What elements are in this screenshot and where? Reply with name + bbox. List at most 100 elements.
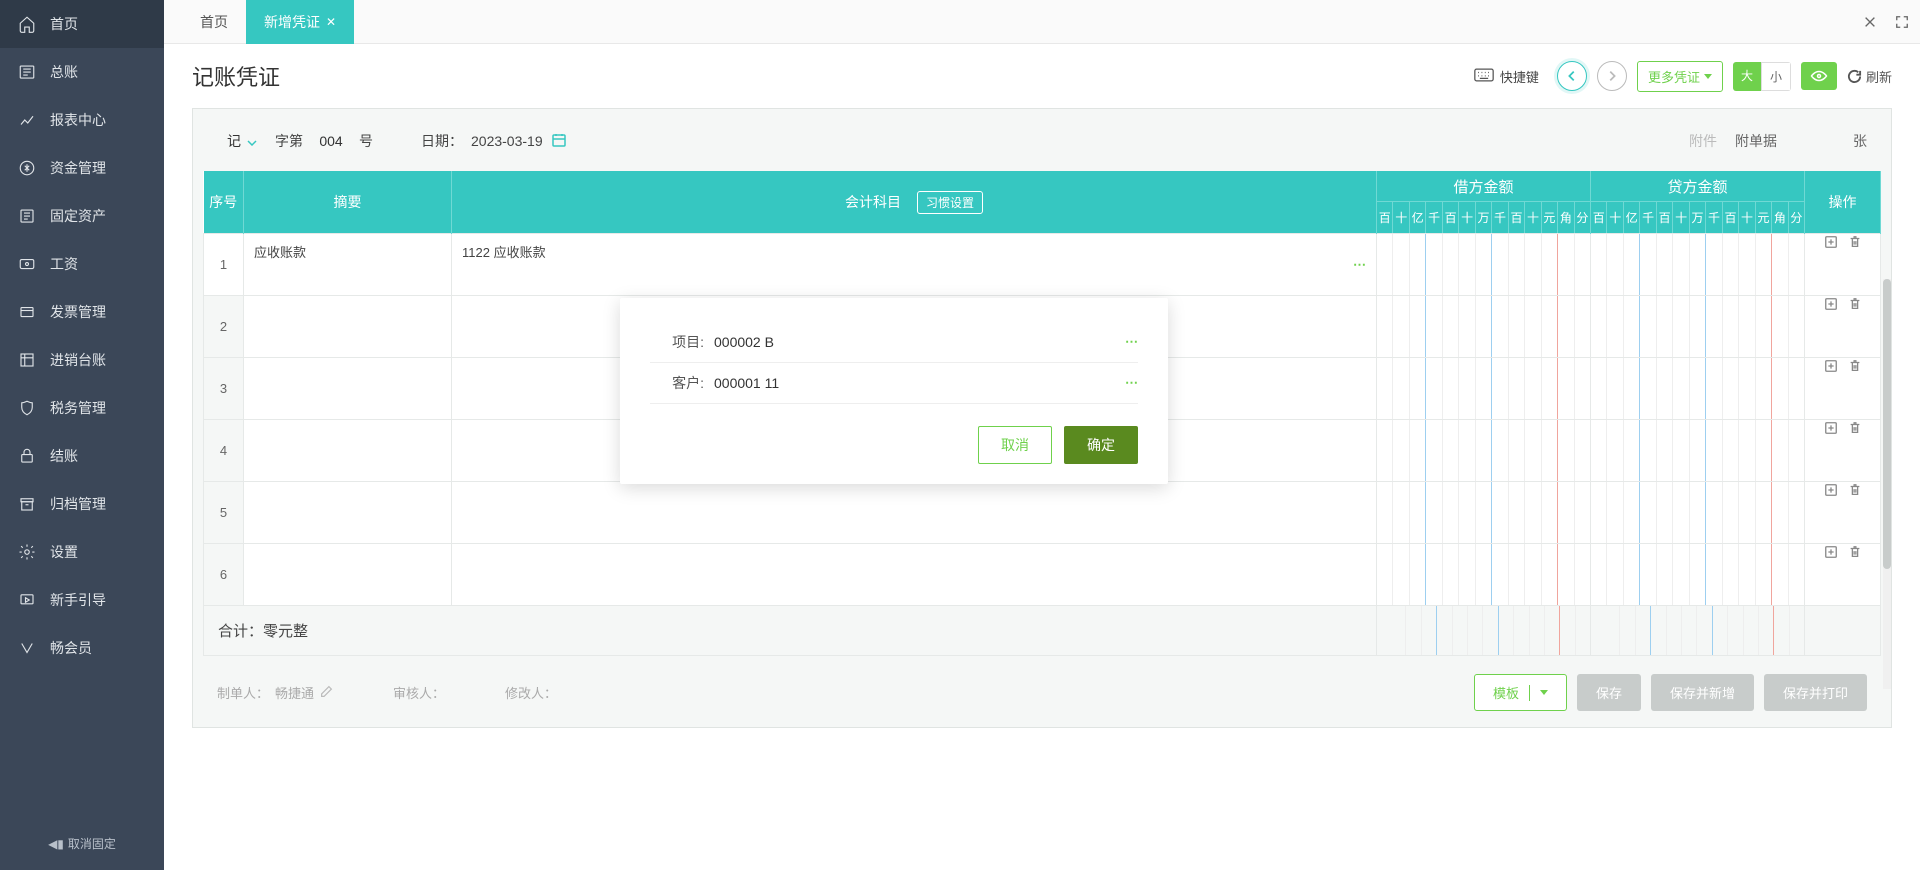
- calendar-icon[interactable]: [551, 132, 567, 151]
- subject-cell[interactable]: 1122 应收账款⋯: [452, 234, 1377, 296]
- refresh-button[interactable]: 刷新: [1847, 67, 1892, 86]
- popup-ok-button[interactable]: 确定: [1064, 426, 1138, 464]
- sidebar-item-settings[interactable]: 设置: [0, 528, 164, 576]
- save-button[interactable]: 保存: [1577, 674, 1641, 711]
- prev-voucher-button[interactable]: [1557, 61, 1587, 91]
- summary-cell[interactable]: [244, 544, 452, 606]
- summary-cell[interactable]: [244, 296, 452, 358]
- col-debit-label: 借方金额: [1377, 171, 1590, 202]
- sidebar-item-vip[interactable]: 畅会员: [0, 624, 164, 672]
- delete-row-icon[interactable]: [1847, 358, 1863, 374]
- ellipsis-icon[interactable]: ⋯: [1125, 375, 1138, 391]
- modifier-label: 修改人：: [505, 683, 557, 702]
- summary-cell[interactable]: [244, 420, 452, 482]
- credit-cell[interactable]: [1591, 544, 1805, 606]
- customer-input[interactable]: 000001 11: [714, 373, 1125, 393]
- debit-cell[interactable]: [1377, 544, 1591, 606]
- debit-cell[interactable]: [1377, 482, 1591, 544]
- sidebar-item-home[interactable]: 首页: [0, 0, 164, 48]
- debit-cell[interactable]: [1377, 234, 1591, 296]
- add-row-icon[interactable]: [1823, 234, 1839, 250]
- tab-home[interactable]: 首页: [182, 0, 246, 44]
- shortcut-button[interactable]: 快捷键: [1474, 67, 1539, 86]
- tab-bar: 首页 新增凭证 ✕: [164, 0, 1920, 44]
- window-fullscreen-icon[interactable]: [1894, 14, 1910, 30]
- add-row-icon[interactable]: [1823, 296, 1839, 312]
- delete-row-icon[interactable]: [1847, 420, 1863, 436]
- subject-cell[interactable]: [452, 482, 1377, 544]
- template-button[interactable]: 模板: [1474, 674, 1567, 711]
- voucher-type-select[interactable]: 记: [217, 129, 267, 153]
- delete-row-icon[interactable]: [1847, 482, 1863, 498]
- subject-cell[interactable]: [452, 544, 1377, 606]
- sidebar-item-report[interactable]: 报表中心: [0, 96, 164, 144]
- sidebar-item-label: 新手引导: [50, 590, 106, 610]
- voucher-number-input[interactable]: [311, 133, 351, 149]
- sidebar-item-closing[interactable]: 结账: [0, 432, 164, 480]
- maker-value: 畅捷通: [275, 683, 314, 702]
- save-and-new-button[interactable]: 保存并新增: [1651, 674, 1754, 711]
- add-row-icon[interactable]: [1823, 482, 1839, 498]
- refresh-label: 刷新: [1866, 67, 1892, 86]
- summary-cell[interactable]: [244, 482, 452, 544]
- credit-cell[interactable]: [1591, 358, 1805, 420]
- credit-cell[interactable]: [1591, 234, 1805, 296]
- habit-settings-button[interactable]: 习惯设置: [917, 191, 983, 214]
- debit-cell[interactable]: [1377, 296, 1591, 358]
- debit-cell[interactable]: [1377, 420, 1591, 482]
- sidebar-pin-toggle[interactable]: ◀▮取消固定: [0, 827, 164, 860]
- add-row-icon[interactable]: [1823, 544, 1839, 560]
- size-small-button[interactable]: 小: [1761, 62, 1791, 91]
- total-row: 合计：零元整: [204, 606, 1881, 656]
- credit-cell[interactable]: [1591, 420, 1805, 482]
- sidebar-item-invoice[interactable]: 发票管理: [0, 288, 164, 336]
- sheet-count-input[interactable]: [1795, 134, 1835, 149]
- popup-project-row: 项目: 000002 B ⋯: [650, 322, 1138, 363]
- scrollbar[interactable]: [1883, 279, 1891, 689]
- attachment-button[interactable]: 附件: [1689, 131, 1717, 151]
- keyboard-icon: [1474, 68, 1494, 85]
- ellipsis-icon[interactable]: ⋯: [1125, 334, 1138, 350]
- summary-cell[interactable]: 应收账款: [244, 234, 452, 296]
- delete-row-icon[interactable]: [1847, 296, 1863, 312]
- sidebar-item-label: 工资: [50, 254, 78, 274]
- delete-row-icon[interactable]: [1847, 234, 1863, 250]
- size-large-button[interactable]: 大: [1733, 62, 1761, 91]
- page-title: 记账凭证: [192, 60, 1474, 92]
- save-and-print-button[interactable]: 保存并打印: [1764, 674, 1867, 711]
- sidebar-item-ledger[interactable]: 总账: [0, 48, 164, 96]
- chevron-down-icon: [1540, 690, 1548, 695]
- op-cell: [1805, 544, 1881, 606]
- sidebar-item-archive[interactable]: 归档管理: [0, 480, 164, 528]
- debit-cell[interactable]: [1377, 358, 1591, 420]
- chevron-down-icon: [247, 133, 257, 149]
- popup-cancel-button[interactable]: 取消: [978, 426, 1052, 464]
- credit-cell[interactable]: [1591, 296, 1805, 358]
- add-row-icon[interactable]: [1823, 420, 1839, 436]
- scrollbar-thumb[interactable]: [1883, 279, 1891, 569]
- next-voucher-button[interactable]: [1597, 61, 1627, 91]
- preview-button[interactable]: [1801, 62, 1837, 90]
- close-icon[interactable]: ✕: [326, 15, 336, 29]
- sidebar: 首页 总账 报表中心 资金管理 固定资产 工资 发票管理 进销台账: [0, 0, 164, 870]
- add-row-icon[interactable]: [1823, 358, 1839, 374]
- sidebar-item-inventory[interactable]: 进销台账: [0, 336, 164, 384]
- more-voucher-button[interactable]: 更多凭证: [1637, 61, 1723, 92]
- sidebar-item-asset[interactable]: 固定资产: [0, 192, 164, 240]
- col-seq: 序号: [204, 171, 244, 234]
- project-input[interactable]: 000002 B: [714, 332, 1125, 352]
- credit-cell[interactable]: [1591, 482, 1805, 544]
- credit-digits: 百十亿千百十万千百十元角分: [1591, 202, 1804, 233]
- ledger-icon: [18, 63, 36, 81]
- edit-icon[interactable]: [320, 685, 333, 701]
- date-value[interactable]: 2023-03-19: [471, 133, 543, 149]
- tab-new-voucher[interactable]: 新增凭证 ✕: [246, 0, 354, 44]
- ellipsis-icon[interactable]: ⋯: [1353, 257, 1366, 273]
- sidebar-item-fund[interactable]: 资金管理: [0, 144, 164, 192]
- delete-row-icon[interactable]: [1847, 544, 1863, 560]
- summary-cell[interactable]: [244, 358, 452, 420]
- sidebar-item-tax[interactable]: 税务管理: [0, 384, 164, 432]
- sidebar-item-salary[interactable]: 工资: [0, 240, 164, 288]
- window-close-icon[interactable]: [1862, 14, 1878, 30]
- sidebar-item-guide[interactable]: 新手引导: [0, 576, 164, 624]
